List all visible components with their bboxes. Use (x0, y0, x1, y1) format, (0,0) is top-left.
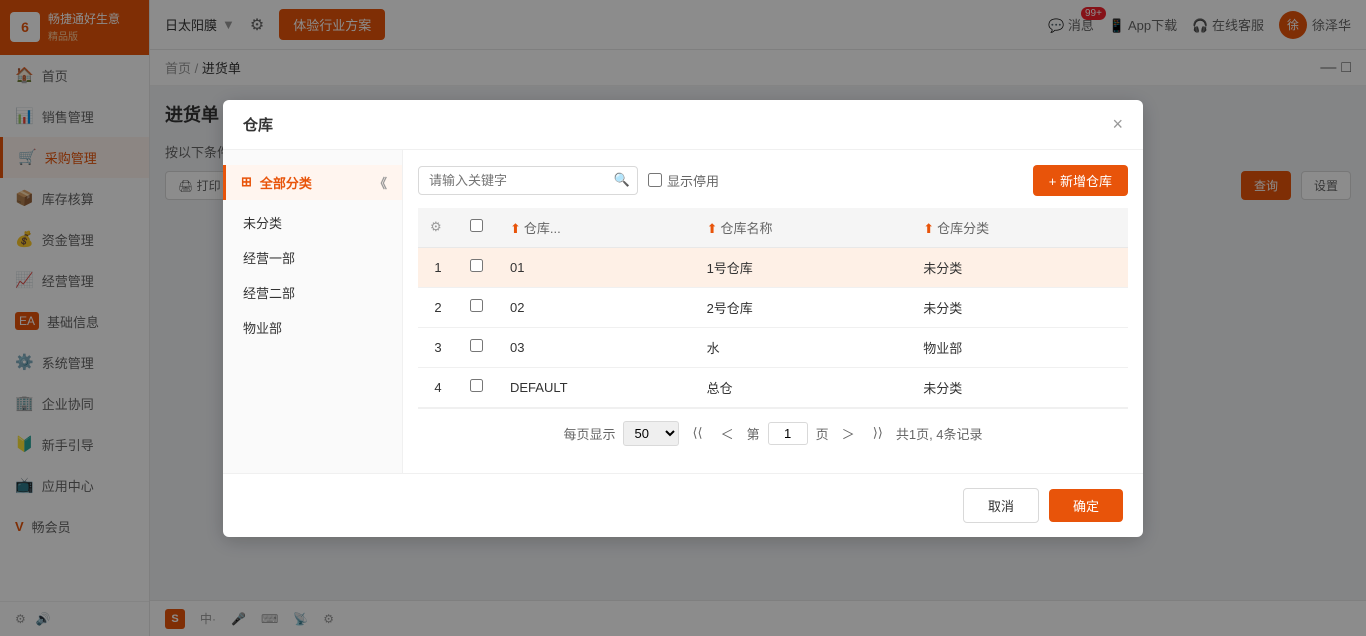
page-suffix: 页 (816, 424, 829, 443)
pagination: 每页显示 50 20 100 ⟨⟨ ＜ 第 页 ＞ ⟩⟩ 共1页, 4条记录 (418, 408, 1128, 458)
confirm-button[interactable]: 确定 (1049, 489, 1123, 522)
cat-item-operations1[interactable]: 经营一部 (223, 240, 402, 275)
row-category: 物业部 (911, 327, 1128, 367)
table-body: 1 01 1号仓库 未分类 2 02 2号仓库 (418, 247, 1128, 407)
table-row[interactable]: 4 DEFAULT 总仓 未分类 (418, 367, 1128, 407)
modal-main-content: 🔍 显示停用 + 新增仓库 ⚙ (403, 150, 1143, 473)
row-category: 未分类 (911, 247, 1128, 287)
table-header: ⚙ ⬆仓库... ⬆仓库名称 ⬆仓库分类 (418, 208, 1128, 248)
row-name: 1号仓库 (695, 247, 912, 287)
row-category: 未分类 (911, 287, 1128, 327)
row-num: 1 (418, 247, 458, 287)
add-warehouse-button[interactable]: + 新增仓库 (1033, 165, 1128, 196)
th-category: ⬆仓库分类 (911, 208, 1128, 248)
sort-icon-cat: ⬆ (923, 221, 934, 236)
category-sidebar: ⊞ 全部分类 《 未分类 经营一部 经营二部 物业部 (223, 150, 403, 473)
row-checkbox[interactable] (458, 287, 498, 327)
modal-overlay: 仓库 × ⊞ 全部分类 《 未分类 经营一部 经营二部 物业部 (0, 0, 1366, 636)
row-name: 总仓 (695, 367, 912, 407)
page-input[interactable] (768, 422, 808, 445)
row-num: 4 (418, 367, 458, 407)
row-num: 3 (418, 327, 458, 367)
search-icon[interactable]: 🔍 (614, 172, 630, 188)
row-num: 2 (418, 287, 458, 327)
select-all-checkbox[interactable] (470, 219, 483, 232)
warehouse-table: ⚙ ⬆仓库... ⬆仓库名称 ⬆仓库分类 1 01 (418, 208, 1128, 408)
total-info: 共1页, 4条记录 (896, 424, 983, 443)
warehouse-modal: 仓库 × ⊞ 全部分类 《 未分类 经营一部 经营二部 物业部 (223, 100, 1143, 537)
all-categories-label: 全部分类 (260, 173, 312, 192)
row-code: 03 (498, 327, 695, 367)
row-category: 未分类 (911, 367, 1128, 407)
per-page-select[interactable]: 50 20 100 (623, 421, 679, 446)
row-name: 水 (695, 327, 912, 367)
sort-icon-name: ⬆ (707, 221, 718, 236)
th-name: ⬆仓库名称 (695, 208, 912, 248)
collapse-icon[interactable]: 《 (374, 173, 387, 192)
modal-header: 仓库 × (223, 100, 1143, 150)
modal-body: ⊞ 全部分类 《 未分类 经营一部 经营二部 物业部 🔍 (223, 150, 1143, 473)
modal-title: 仓库 (243, 114, 273, 135)
cat-item-operations2[interactable]: 经营二部 (223, 275, 402, 310)
grid-icon: ⊞ (241, 174, 252, 190)
sort-icon: ⬆ (510, 221, 521, 236)
table-row[interactable]: 1 01 1号仓库 未分类 (418, 247, 1128, 287)
modal-footer: 取消 确定 (223, 473, 1143, 537)
all-categories-item[interactable]: ⊞ 全部分类 《 (223, 165, 402, 200)
search-input[interactable] (418, 166, 638, 195)
row-code: 01 (498, 247, 695, 287)
row-checkbox[interactable] (458, 367, 498, 407)
table-container: ⚙ ⬆仓库... ⬆仓库名称 ⬆仓库分类 1 01 (418, 208, 1128, 408)
show-disabled-label[interactable]: 显示停用 (648, 171, 719, 190)
last-page-btn[interactable]: ⟩⟩ (868, 423, 888, 443)
row-code: 02 (498, 287, 695, 327)
modal-toolbar: 🔍 显示停用 + 新增仓库 (418, 165, 1128, 196)
row-name: 2号仓库 (695, 287, 912, 327)
row-checkbox[interactable] (458, 247, 498, 287)
th-code: ⬆仓库... (498, 208, 695, 248)
row-checkbox[interactable] (458, 327, 498, 367)
show-disabled-text: 显示停用 (667, 171, 719, 190)
row-code: DEFAULT (498, 367, 695, 407)
cancel-button[interactable]: 取消 (963, 488, 1039, 523)
cat-item-unclassified[interactable]: 未分类 (223, 205, 402, 240)
first-page-btn[interactable]: ⟨⟨ (687, 423, 707, 443)
search-wrapper: 🔍 (418, 166, 638, 195)
table-row[interactable]: 2 02 2号仓库 未分类 (418, 287, 1128, 327)
th-checkbox[interactable] (458, 208, 498, 248)
gear-icon: ⚙ (430, 219, 442, 234)
modal-close-button[interactable]: × (1112, 115, 1123, 133)
th-gear[interactable]: ⚙ (418, 208, 458, 248)
show-disabled-checkbox[interactable] (648, 173, 662, 187)
prev-page-btn[interactable]: ＜ (716, 422, 739, 445)
cat-item-property[interactable]: 物业部 (223, 310, 402, 345)
table-row[interactable]: 3 03 水 物业部 (418, 327, 1128, 367)
per-page-label: 每页显示 (563, 424, 615, 443)
page-label: 第 (747, 424, 760, 443)
next-page-btn[interactable]: ＞ (837, 422, 860, 445)
